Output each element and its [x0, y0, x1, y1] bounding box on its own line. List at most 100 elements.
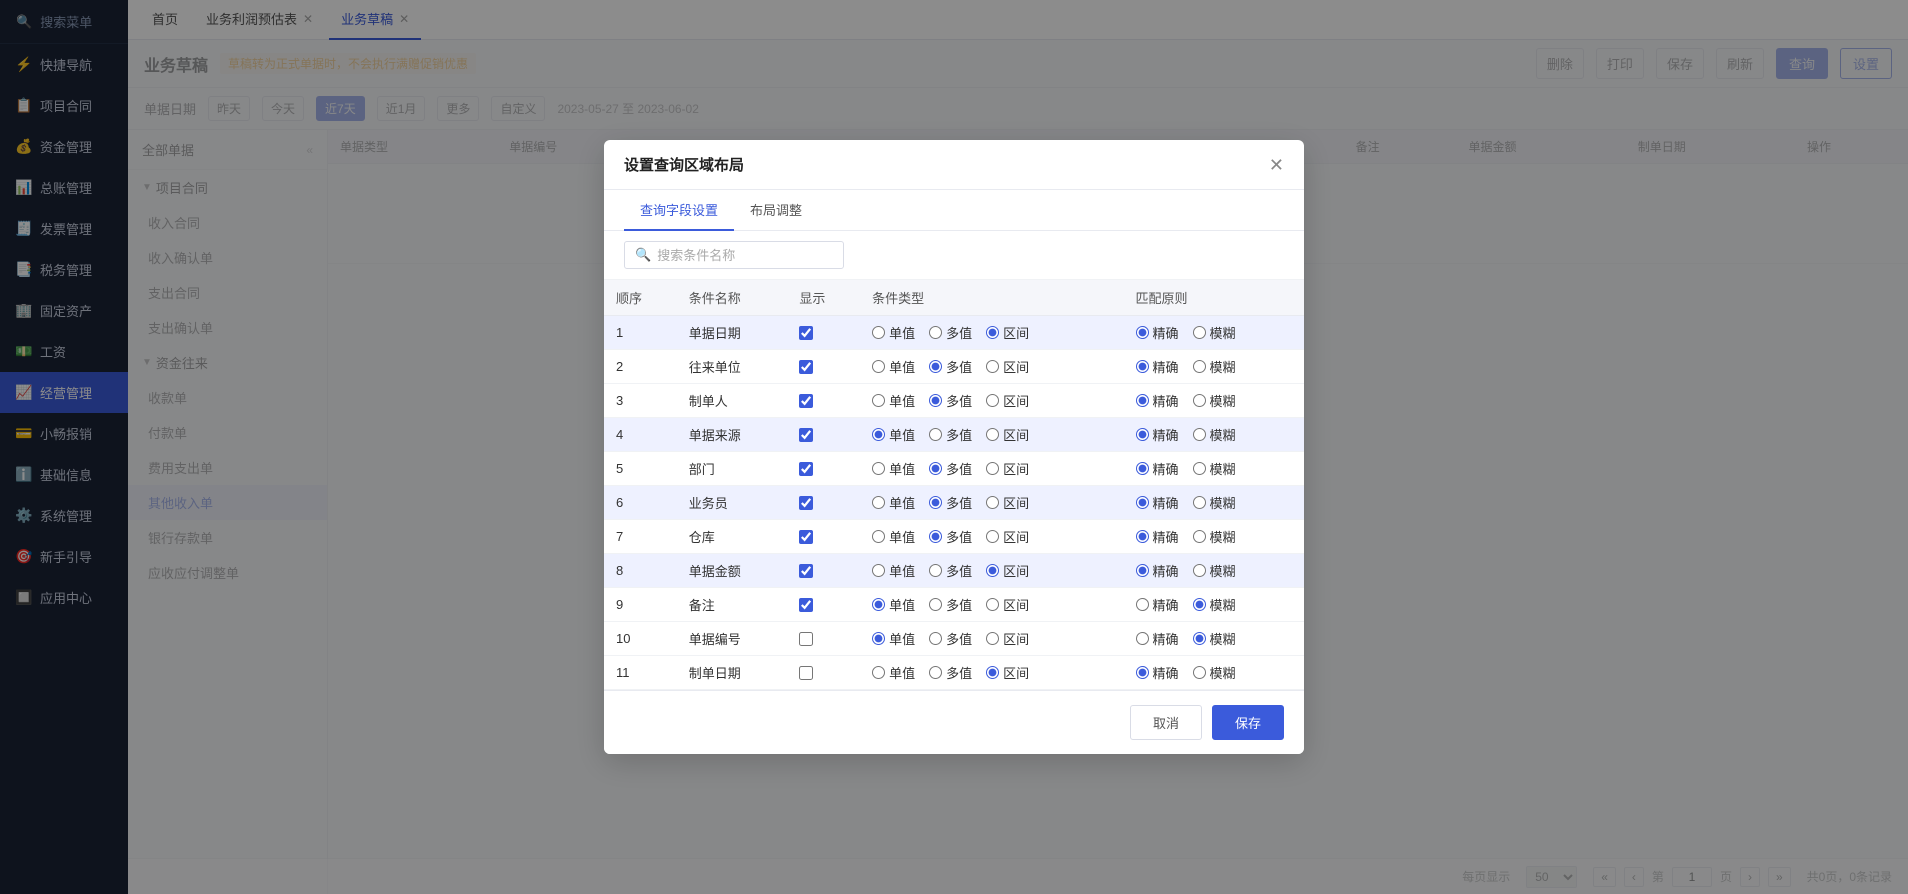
radio-range[interactable]: 区间 [986, 323, 1029, 342]
radio-single[interactable]: 单值 [872, 425, 915, 444]
cell-name: 单据来源 [677, 418, 788, 452]
modal-table-wrap: 顺序 条件名称 显示 条件类型 匹配原则 1单据日期单值多值区间精确模糊2往来单… [604, 280, 1304, 690]
radio-single[interactable]: 单值 [872, 459, 915, 478]
radio-fuzzy[interactable]: 模糊 [1193, 595, 1236, 614]
radio-range[interactable]: 区间 [986, 595, 1029, 614]
radio-range[interactable]: 区间 [986, 425, 1029, 444]
radio-range[interactable]: 区间 [986, 527, 1029, 546]
cell-match-rule: 精确模糊 [1124, 384, 1304, 418]
cell-condition-type: 单值多值区间 [860, 452, 1123, 486]
cell-order: 6 [604, 486, 677, 520]
cell-order: 4 [604, 418, 677, 452]
radio-exact[interactable]: 精确 [1136, 629, 1179, 648]
radio-fuzzy[interactable]: 模糊 [1193, 663, 1236, 682]
col-match-rule: 匹配原则 [1124, 280, 1304, 316]
show-checkbox[interactable] [799, 394, 813, 408]
table-row: 9备注单值多值区间精确模糊 [604, 588, 1304, 622]
radio-exact[interactable]: 精确 [1136, 323, 1179, 342]
radio-single[interactable]: 单值 [872, 493, 915, 512]
radio-single[interactable]: 单值 [872, 595, 915, 614]
radio-multiple[interactable]: 多值 [929, 323, 972, 342]
cell-show [787, 350, 860, 384]
radio-multiple[interactable]: 多值 [929, 459, 972, 478]
col-condition-type: 条件类型 [860, 280, 1123, 316]
tab-layout-adjust[interactable]: 布局调整 [734, 190, 818, 231]
radio-multiple[interactable]: 多值 [929, 663, 972, 682]
radio-single[interactable]: 单值 [872, 527, 915, 546]
show-checkbox[interactable] [799, 462, 813, 476]
radio-fuzzy[interactable]: 模糊 [1193, 357, 1236, 376]
save-modal-button[interactable]: 保存 [1212, 705, 1284, 740]
cell-match-rule: 精确模糊 [1124, 486, 1304, 520]
radio-fuzzy[interactable]: 模糊 [1193, 425, 1236, 444]
radio-exact[interactable]: 精确 [1136, 561, 1179, 580]
cell-match-rule: 精确模糊 [1124, 452, 1304, 486]
radio-single[interactable]: 单值 [872, 561, 915, 580]
radio-fuzzy[interactable]: 模糊 [1193, 527, 1236, 546]
tab-field-settings[interactable]: 查询字段设置 [624, 190, 734, 231]
radio-fuzzy[interactable]: 模糊 [1193, 561, 1236, 580]
show-checkbox[interactable] [799, 428, 813, 442]
cell-show [787, 656, 860, 690]
table-row: 1单据日期单值多值区间精确模糊 [604, 316, 1304, 350]
radio-single[interactable]: 单值 [872, 357, 915, 376]
modal-search-input[interactable] [657, 248, 833, 263]
radio-exact[interactable]: 精确 [1136, 391, 1179, 410]
show-checkbox[interactable] [799, 598, 813, 612]
radio-multiple[interactable]: 多值 [929, 391, 972, 410]
cancel-button[interactable]: 取消 [1130, 705, 1202, 740]
show-checkbox[interactable] [799, 326, 813, 340]
cell-match-rule: 精确模糊 [1124, 656, 1304, 690]
show-checkbox[interactable] [799, 632, 813, 646]
radio-range[interactable]: 区间 [986, 459, 1029, 478]
cell-show [787, 452, 860, 486]
radio-single[interactable]: 单值 [872, 323, 915, 342]
radio-range[interactable]: 区间 [986, 357, 1029, 376]
radio-range[interactable]: 区间 [986, 663, 1029, 682]
radio-exact[interactable]: 精确 [1136, 459, 1179, 478]
show-checkbox[interactable] [799, 530, 813, 544]
radio-multiple[interactable]: 多值 [929, 493, 972, 512]
cell-match-rule: 精确模糊 [1124, 554, 1304, 588]
radio-fuzzy[interactable]: 模糊 [1193, 493, 1236, 512]
radio-multiple[interactable]: 多值 [929, 561, 972, 580]
radio-multiple[interactable]: 多值 [929, 629, 972, 648]
radio-exact[interactable]: 精确 [1136, 493, 1179, 512]
radio-exact[interactable]: 精确 [1136, 595, 1179, 614]
modal-close-icon[interactable]: ✕ [1269, 156, 1284, 174]
radio-range[interactable]: 区间 [986, 629, 1029, 648]
radio-fuzzy[interactable]: 模糊 [1193, 391, 1236, 410]
cell-order: 1 [604, 316, 677, 350]
radio-exact[interactable]: 精确 [1136, 527, 1179, 546]
table-row: 11制单日期单值多值区间精确模糊 [604, 656, 1304, 690]
radio-range[interactable]: 区间 [986, 561, 1029, 580]
cell-name: 往来单位 [677, 350, 788, 384]
radio-fuzzy[interactable]: 模糊 [1193, 629, 1236, 648]
radio-single[interactable]: 单值 [872, 391, 915, 410]
radio-single[interactable]: 单值 [872, 629, 915, 648]
radio-fuzzy[interactable]: 模糊 [1193, 459, 1236, 478]
table-row: 3制单人单值多值区间精确模糊 [604, 384, 1304, 418]
radio-exact[interactable]: 精确 [1136, 357, 1179, 376]
radio-exact[interactable]: 精确 [1136, 425, 1179, 444]
radio-fuzzy[interactable]: 模糊 [1193, 323, 1236, 342]
cell-match-rule: 精确模糊 [1124, 520, 1304, 554]
radio-range[interactable]: 区间 [986, 391, 1029, 410]
show-checkbox[interactable] [799, 564, 813, 578]
cell-order: 11 [604, 656, 677, 690]
cell-match-rule: 精确模糊 [1124, 418, 1304, 452]
radio-multiple[interactable]: 多值 [929, 357, 972, 376]
radio-multiple[interactable]: 多值 [929, 527, 972, 546]
cell-show [787, 418, 860, 452]
show-checkbox[interactable] [799, 360, 813, 374]
show-checkbox[interactable] [799, 666, 813, 680]
cell-condition-type: 单值多值区间 [860, 316, 1123, 350]
show-checkbox[interactable] [799, 496, 813, 510]
radio-single[interactable]: 单值 [872, 663, 915, 682]
radio-multiple[interactable]: 多值 [929, 595, 972, 614]
radio-range[interactable]: 区间 [986, 493, 1029, 512]
modal-header: 设置查询区域布局 ✕ [604, 140, 1304, 190]
radio-multiple[interactable]: 多值 [929, 425, 972, 444]
cell-condition-type: 单值多值区间 [860, 418, 1123, 452]
radio-exact[interactable]: 精确 [1136, 663, 1179, 682]
